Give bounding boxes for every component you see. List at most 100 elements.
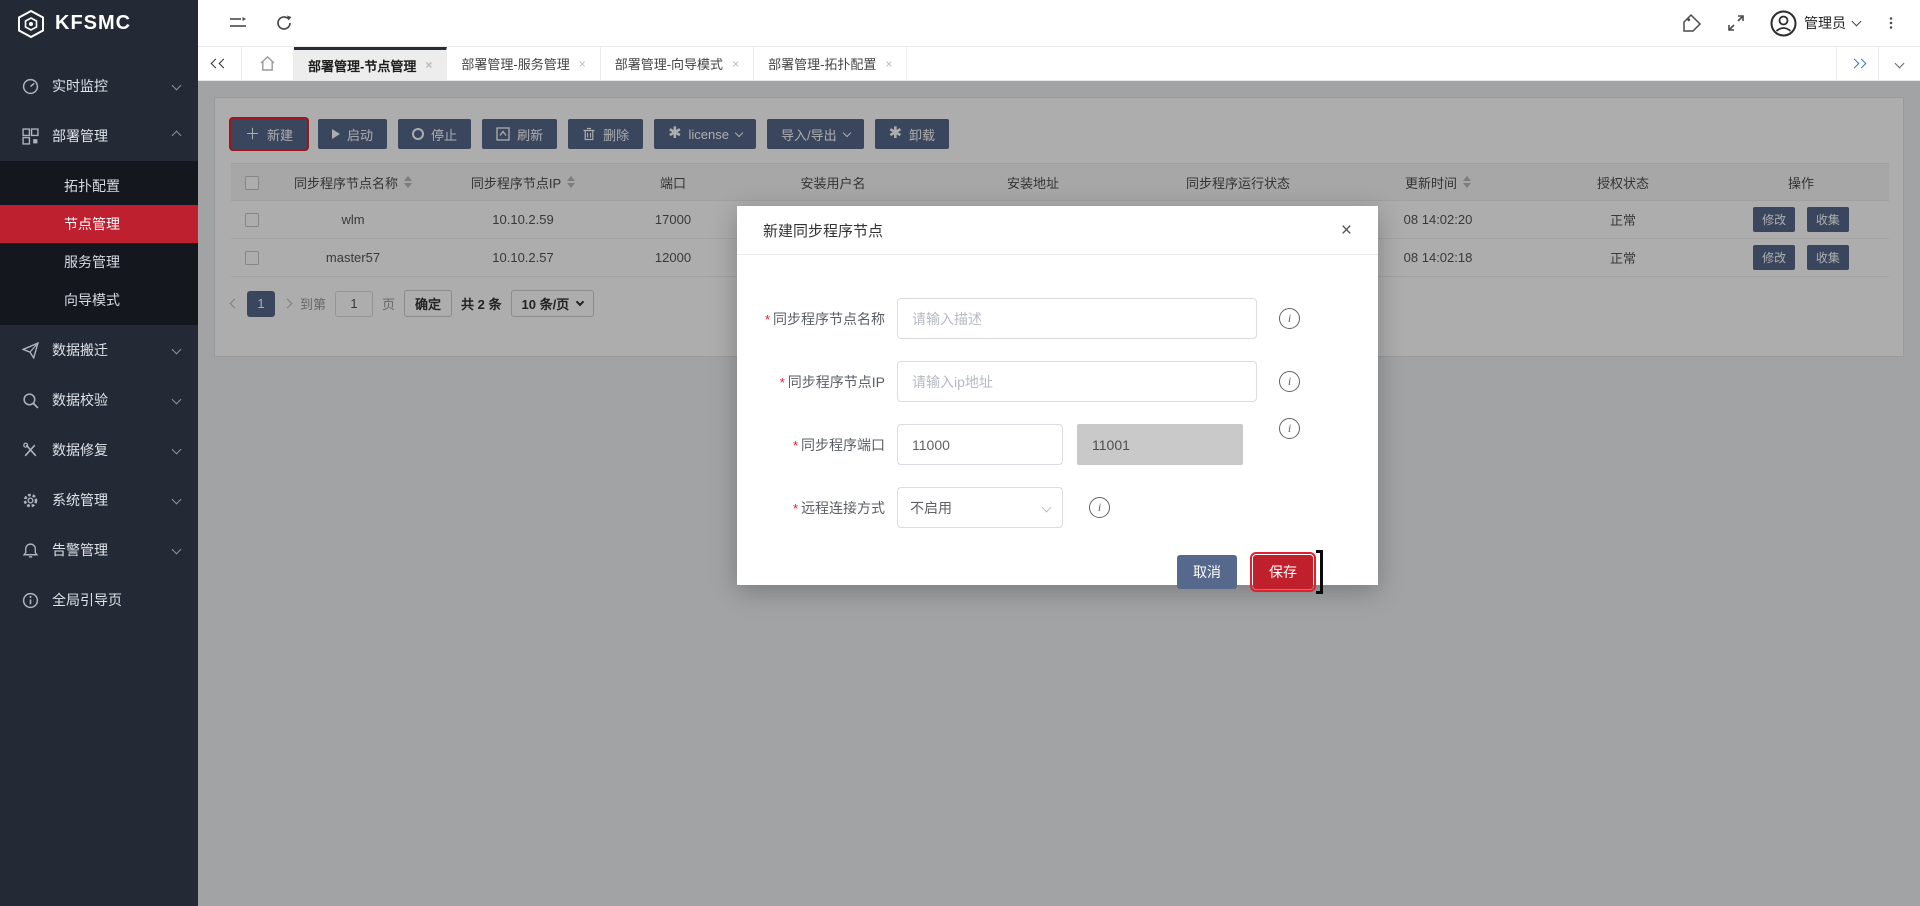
home-tab[interactable] <box>242 47 294 80</box>
submenu-label: 向导模式 <box>64 292 120 308</box>
tab-label: 部署管理-拓扑配置 <box>768 57 877 72</box>
sidebar-item-label: 实时监控 <box>52 78 108 94</box>
port2-input-disabled <box>1077 424 1243 465</box>
more-menu-icon[interactable] <box>1884 13 1898 33</box>
required-mark: * <box>792 437 798 453</box>
modules-icon <box>22 127 39 145</box>
create-node-dialog: 新建同步程序节点 × *同步程序节点名称 i *同步程序节点IP i *同步程序… <box>737 206 1378 594</box>
select-value: 不启用 <box>910 499 952 516</box>
collapse-menu-icon[interactable] <box>228 13 248 33</box>
sidebar-item-global-guide[interactable]: 全局引导页 <box>0 575 198 625</box>
chevron-down-icon <box>171 544 182 554</box>
field-label: * 远程连接方式 <box>792 499 885 516</box>
chevron-down-icon <box>1041 502 1052 513</box>
chevron-down-icon <box>171 494 182 504</box>
tab-node-manage[interactable]: 部署管理-节点管理 × <box>294 47 448 80</box>
node-ip-input[interactable] <box>897 361 1257 402</box>
submenu-label: 拓扑配置 <box>64 178 120 194</box>
alarm-icon <box>22 542 39 558</box>
logo: KFSMC <box>0 0 198 47</box>
port-input[interactable] <box>897 424 1063 465</box>
remote-connect-select[interactable]: 不启用 <box>897 487 1063 528</box>
tab-wizard-mode[interactable]: 部署管理-向导模式 × <box>601 47 755 80</box>
close-icon[interactable]: × <box>425 58 432 72</box>
sidebar-item-label: 数据搬迁 <box>52 342 108 358</box>
tag-icon[interactable] <box>1682 13 1702 33</box>
field-node-ip: *同步程序节点IP i <box>737 361 1378 402</box>
tabs-scroll-left-button[interactable] <box>198 47 242 80</box>
avatar <box>1770 10 1797 36</box>
required-mark: * <box>764 311 770 327</box>
send-icon <box>22 341 39 359</box>
top-header-bar: 管理员 <box>198 0 1920 47</box>
sidebar-item-wizard-mode[interactable]: 向导模式 <box>0 281 198 319</box>
deploy-submenu: 拓扑配置 节点管理 服务管理 向导模式 <box>0 161 198 325</box>
tab-topology-config[interactable]: 部署管理-拓扑配置 × <box>754 47 908 80</box>
required-mark: * <box>792 500 798 516</box>
chevron-down-icon <box>171 444 182 454</box>
sidebar-item-service-manage[interactable]: 服务管理 <box>0 243 198 281</box>
refresh-icon[interactable] <box>274 13 294 33</box>
focus-caret <box>1316 550 1323 594</box>
logo-hexagon-icon <box>18 9 44 38</box>
sidebar-item-data-verify[interactable]: 数据校验 <box>0 375 198 425</box>
sidebar: KFSMC 实时监控 部署管理 拓扑配置 节点管理 服务管理 向导模式 数据搬迁… <box>0 0 198 906</box>
submenu-label: 节点管理 <box>64 216 120 232</box>
required-mark: * <box>779 374 785 390</box>
tab-label: 部署管理-节点管理 <box>308 58 417 74</box>
close-icon[interactable]: × <box>579 57 586 71</box>
sidebar-item-data-repair[interactable]: 数据修复 <box>0 425 198 475</box>
sidebar-item-label: 系统管理 <box>52 492 108 508</box>
user-name: 管理员 <box>1804 15 1846 31</box>
node-name-input[interactable] <box>897 298 1257 339</box>
sidebar-item-label: 数据修复 <box>52 442 108 458</box>
sidebar-item-label: 告警管理 <box>52 542 108 558</box>
chevron-down-icon <box>1894 58 1905 69</box>
app-title: KFSMC <box>55 12 132 34</box>
tab-bar: 部署管理-节点管理 × 部署管理-服务管理 × 部署管理-向导模式 × 部署管理… <box>198 47 1920 81</box>
info-icon[interactable]: i <box>1089 497 1110 518</box>
sidebar-item-alert-manage[interactable]: 告警管理 <box>0 525 198 575</box>
sidebar-item-deploy-manage[interactable]: 部署管理 <box>0 111 198 161</box>
user-menu[interactable]: 管理员 <box>1770 10 1862 37</box>
sidebar-item-node-manage[interactable]: 节点管理 <box>0 205 198 243</box>
sidebar-item-realtime-monitor[interactable]: 实时监控 <box>0 61 198 111</box>
tools-icon <box>23 442 37 456</box>
field-label: * 同步程序节点名称 <box>764 310 885 327</box>
field-node-name: *同步程序节点名称 i <box>737 298 1378 339</box>
tab-label: 部署管理-向导模式 <box>614 57 724 72</box>
field-remote-connect: * 远程连接方式 不启用 i <box>737 487 1378 528</box>
field-node-port: *同步程序端口 i <box>737 418 1378 465</box>
close-icon[interactable]: × <box>1341 221 1352 240</box>
save-button[interactable]: 保存 <box>1250 552 1316 592</box>
chevron-down-icon <box>1851 16 1862 27</box>
chevron-down-icon <box>171 394 182 404</box>
tabs-dropdown-button[interactable] <box>1878 47 1920 80</box>
close-icon[interactable]: × <box>885 57 892 71</box>
home-icon <box>260 56 275 71</box>
tabs-scroll-right-button[interactable] <box>1836 47 1878 80</box>
sidebar-item-label: 部署管理 <box>52 128 108 144</box>
chevron-down-icon <box>171 80 182 90</box>
chevron-up-icon <box>171 130 182 140</box>
close-icon[interactable]: × <box>732 57 739 71</box>
cancel-button[interactable]: 取消 <box>1177 555 1237 589</box>
dialog-title: 新建同步程序节点 <box>763 222 884 240</box>
field-label: * 同步程序节点IP <box>779 373 885 390</box>
search-icon <box>23 392 39 409</box>
sidebar-item-topology-config[interactable]: 拓扑配置 <box>0 167 198 205</box>
chevron-down-icon <box>171 344 182 354</box>
tab-label: 部署管理-服务管理 <box>461 57 570 72</box>
gear-icon <box>23 493 38 507</box>
chevron-right-icon <box>1856 58 1866 69</box>
sidebar-item-system-manage[interactable]: 系统管理 <box>0 475 198 525</box>
fullscreen-icon[interactable] <box>1726 13 1746 33</box>
info-icon[interactable]: i <box>1279 371 1300 392</box>
tab-service-manage[interactable]: 部署管理-服务管理 × <box>447 47 601 80</box>
sidebar-item-label: 数据校验 <box>52 392 108 408</box>
field-label: * 同步程序端口 <box>792 436 885 453</box>
info-icon[interactable]: i <box>1279 418 1300 439</box>
sidebar-item-data-migration[interactable]: 数据搬迁 <box>0 325 198 375</box>
sidebar-item-label: 全局引导页 <box>52 592 122 608</box>
info-icon[interactable]: i <box>1279 308 1300 329</box>
